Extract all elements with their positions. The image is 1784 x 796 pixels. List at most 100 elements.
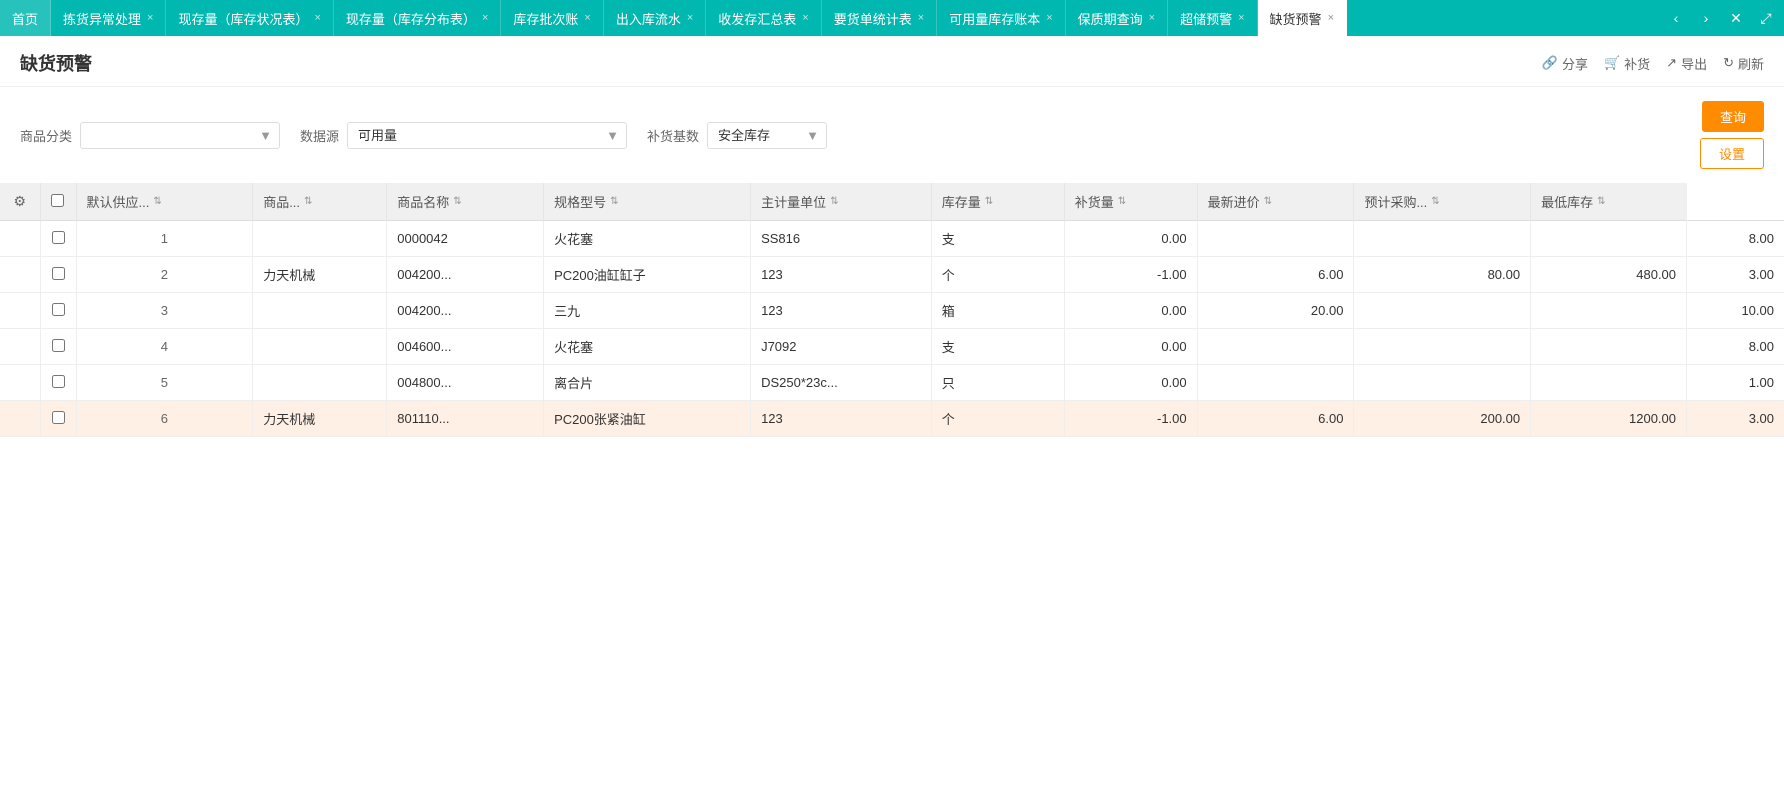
settings-col-header: ⚙ bbox=[0, 183, 40, 221]
supplier-col-header: 默认供应... ⇅ bbox=[76, 183, 253, 221]
replenish-button[interactable]: 🛒 补货 bbox=[1604, 54, 1650, 73]
tab-shortage[interactable]: 缺货预警 × bbox=[1258, 0, 1347, 36]
export-button[interactable]: ↗ 导出 bbox=[1666, 54, 1707, 73]
datasource-select[interactable]: 可用量 bbox=[347, 122, 627, 149]
row-supplier: 力天机械 bbox=[253, 401, 387, 437]
min-stock-col-header: 最低库存 ⇅ bbox=[1531, 183, 1687, 221]
row-product-name: 三九 bbox=[544, 293, 751, 329]
close-icon[interactable]: × bbox=[482, 12, 488, 24]
sort-icon[interactable]: ⇅ bbox=[1597, 196, 1605, 207]
table-row[interactable]: 5 004800... 离合片 DS250*23c... 只 0.00 1.00 bbox=[0, 365, 1784, 401]
gear-icon[interactable]: ⚙ bbox=[13, 193, 26, 209]
header-actions: 🔗 分享 🛒 补货 ↗ 导出 ↻ 刷新 bbox=[1542, 54, 1764, 73]
close-icon[interactable]: × bbox=[1328, 12, 1334, 24]
table-row[interactable]: 6 力天机械 801110... PC200张紧油缸 123 个 -1.00 6… bbox=[0, 401, 1784, 437]
tab-expiry[interactable]: 保质期查询 × bbox=[1066, 0, 1168, 36]
category-select[interactable] bbox=[80, 122, 280, 149]
data-table-wrap: ⚙ 默认供应... ⇅ 商品... ⇅ bbox=[0, 183, 1784, 437]
table-row[interactable]: 4 004600... 火花塞 J7092 支 0.00 8.00 bbox=[0, 329, 1784, 365]
tab-picking[interactable]: 拣货异常处理 × bbox=[51, 0, 166, 36]
row-checkbox[interactable] bbox=[52, 231, 65, 244]
table-row[interactable]: 2 力天机械 004200... PC200油缸缸子 123 个 -1.00 6… bbox=[0, 257, 1784, 293]
row-stock: -1.00 bbox=[1064, 401, 1197, 437]
tab-order-stats[interactable]: 要货单统计表 × bbox=[822, 0, 937, 36]
row-replenish bbox=[1197, 365, 1354, 401]
close-icon[interactable]: × bbox=[147, 12, 153, 24]
row-checkbox[interactable] bbox=[52, 267, 65, 280]
sort-icon[interactable]: ⇅ bbox=[304, 196, 312, 207]
sort-icon[interactable]: ⇅ bbox=[610, 196, 618, 207]
row-settings-cell bbox=[0, 221, 40, 257]
row-replenish: 6.00 bbox=[1197, 257, 1354, 293]
nav-next-button[interactable]: › bbox=[1692, 4, 1720, 32]
row-checkbox-cell bbox=[40, 221, 76, 257]
nav-tabs: 首页 拣货异常处理 × 现存量（库存状况表） × 现存量（库存分布表） × 库存… bbox=[0, 0, 1784, 36]
settings-button[interactable]: 设置 bbox=[1700, 138, 1764, 169]
sort-icon[interactable]: ⇅ bbox=[453, 196, 461, 207]
row-settings-cell bbox=[0, 257, 40, 293]
row-checkbox[interactable] bbox=[52, 303, 65, 316]
close-icon[interactable]: × bbox=[687, 12, 693, 24]
datasource-filter-group: 数据源 可用量 ▼ bbox=[300, 122, 627, 149]
row-num: 4 bbox=[76, 329, 253, 365]
tab-overstock[interactable]: 超储预警 × bbox=[1168, 0, 1257, 36]
row-settings-cell bbox=[0, 401, 40, 437]
product-code-col-header: 商品... ⇅ bbox=[253, 183, 387, 221]
row-supplier bbox=[253, 329, 387, 365]
row-est-purchase: 480.00 bbox=[1531, 257, 1687, 293]
tab-summary[interactable]: 收发存汇总表 × bbox=[706, 0, 821, 36]
checkbox-col-header bbox=[40, 183, 76, 221]
close-icon[interactable]: × bbox=[802, 12, 808, 24]
select-all-checkbox[interactable] bbox=[51, 194, 64, 207]
nav-prev-button[interactable]: ‹ bbox=[1662, 4, 1690, 32]
row-latest-price: 80.00 bbox=[1354, 257, 1531, 293]
row-checkbox[interactable] bbox=[52, 375, 65, 388]
sort-icon[interactable]: ⇅ bbox=[985, 196, 993, 207]
nav-expand-button[interactable]: ⤢ bbox=[1752, 4, 1780, 32]
query-button[interactable]: 查询 bbox=[1702, 101, 1764, 132]
replenish-filter-group: 补货基数 安全库存 ▼ bbox=[647, 122, 827, 149]
row-est-purchase bbox=[1531, 221, 1687, 257]
close-icon[interactable]: × bbox=[1238, 12, 1244, 24]
sort-icon[interactable]: ⇅ bbox=[1431, 196, 1439, 207]
row-checkbox-cell bbox=[40, 329, 76, 365]
row-stock: 0.00 bbox=[1064, 293, 1197, 329]
sort-icon[interactable]: ⇅ bbox=[1118, 196, 1126, 207]
tab-home[interactable]: 首页 bbox=[0, 0, 51, 36]
row-latest-price bbox=[1354, 293, 1531, 329]
tab-available[interactable]: 可用量库存账本 × bbox=[937, 0, 1065, 36]
main-content: 缺货预警 🔗 分享 🛒 补货 ↗ 导出 ↻ 刷新 商品分类 bbox=[0, 36, 1784, 796]
replenish-base-select[interactable]: 安全库存 bbox=[707, 122, 827, 149]
tab-flow[interactable]: 出入库流水 × bbox=[604, 0, 706, 36]
close-icon[interactable]: × bbox=[1149, 12, 1155, 24]
table-row[interactable]: 1 0000042 火花塞 SS816 支 0.00 8.00 bbox=[0, 221, 1784, 257]
row-num: 2 bbox=[76, 257, 253, 293]
latest-price-col-header: 最新进价 ⇅ bbox=[1197, 183, 1354, 221]
close-icon[interactable]: × bbox=[918, 12, 924, 24]
row-num: 1 bbox=[76, 221, 253, 257]
row-checkbox-cell bbox=[40, 257, 76, 293]
row-spec: 123 bbox=[751, 401, 932, 437]
close-icon[interactable]: × bbox=[584, 12, 590, 24]
sort-icon[interactable]: ⇅ bbox=[1264, 196, 1272, 207]
tab-batch[interactable]: 库存批次账 × bbox=[501, 0, 603, 36]
row-stock: 0.00 bbox=[1064, 221, 1197, 257]
row-est-purchase bbox=[1531, 293, 1687, 329]
tab-inventory-dist[interactable]: 现存量（库存分布表） × bbox=[334, 0, 501, 36]
tab-inventory-status[interactable]: 现存量（库存状况表） × bbox=[166, 0, 333, 36]
row-checkbox[interactable] bbox=[52, 339, 65, 352]
row-spec: DS250*23c... bbox=[751, 365, 932, 401]
sort-icon[interactable]: ⇅ bbox=[830, 196, 838, 207]
row-supplier bbox=[253, 293, 387, 329]
table-row[interactable]: 3 004200... 三九 123 箱 0.00 20.00 10.00 bbox=[0, 293, 1784, 329]
sort-icon[interactable]: ⇅ bbox=[153, 196, 161, 207]
close-icon[interactable]: × bbox=[1046, 12, 1052, 24]
row-checkbox[interactable] bbox=[52, 411, 65, 424]
share-button[interactable]: 🔗 分享 bbox=[1542, 54, 1588, 73]
row-spec: SS816 bbox=[751, 221, 932, 257]
close-icon[interactable]: × bbox=[314, 12, 320, 24]
refresh-button[interactable]: ↻ 刷新 bbox=[1723, 54, 1764, 73]
nav-close-button[interactable]: ✕ bbox=[1722, 4, 1750, 32]
row-num: 6 bbox=[76, 401, 253, 437]
row-replenish bbox=[1197, 221, 1354, 257]
